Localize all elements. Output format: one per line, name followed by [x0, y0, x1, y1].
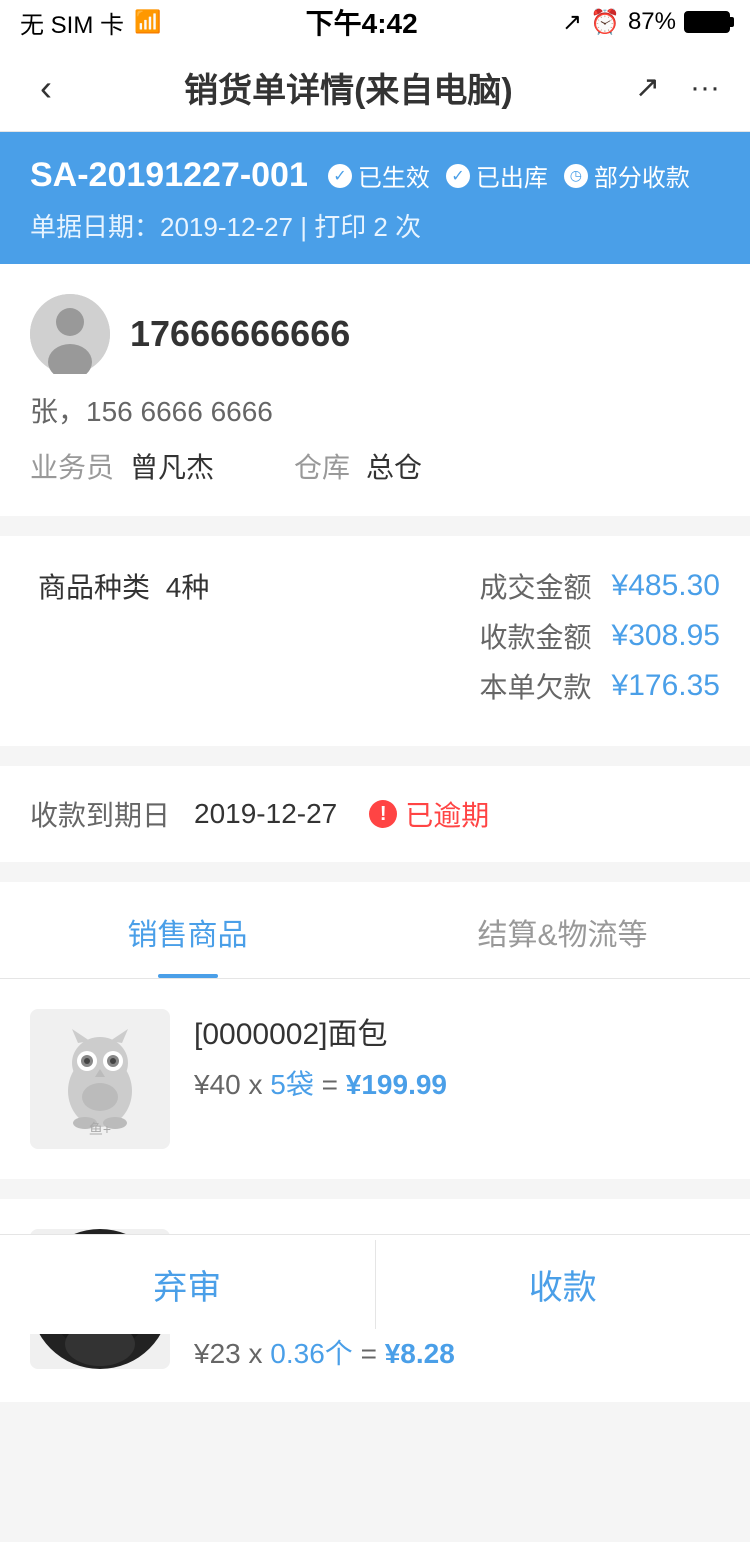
- alarm-icon: ⏰: [590, 8, 620, 37]
- tab-label-1: 结算&物流等: [477, 919, 647, 952]
- customer-name-phone: 张，156 6666 6666: [30, 390, 720, 430]
- product-item: 鱼+ [0000002]面包 ¥40 x 5袋 = ¥199.99: [0, 979, 750, 1179]
- tab-sales-products[interactable]: 销售商品: [0, 882, 375, 978]
- avatar: [30, 294, 110, 374]
- price-base-2: ¥23: [194, 1338, 241, 1369]
- price-x-2: x: [249, 1338, 271, 1369]
- qty-1: 5袋: [270, 1069, 314, 1100]
- owed-label: 本单欠款: [480, 666, 592, 706]
- location-icon: ↗: [562, 8, 582, 37]
- time-display: 下午4:42: [306, 2, 418, 42]
- summary-left: 商品种类 4种: [30, 566, 209, 614]
- deal-amount-row: 成交金额 ¥485.30: [480, 566, 720, 606]
- status-label-1: 已生效: [358, 158, 430, 193]
- clock-icon: ◷: [564, 164, 588, 188]
- price-x-1: x: [249, 1069, 271, 1100]
- carrier-text: 无 SIM 卡: [20, 5, 124, 40]
- summary-right: 成交金额 ¥485.30 收款金额 ¥308.95 本单欠款 ¥176.35: [480, 566, 720, 716]
- bottom-spacer: [0, 1422, 750, 1542]
- avatar-svg: [30, 294, 110, 374]
- order-banner: SA-20191227-001 ✓ 已生效 ✓ 已出库 ◷ 部分收款 单据日期：…: [0, 132, 750, 264]
- category-count: 商品种类 4种: [30, 566, 209, 606]
- customer-phone: 17666666666: [130, 313, 350, 355]
- deal-amount-label: 成交金额: [480, 566, 592, 606]
- staff-label: 业务员: [30, 446, 114, 486]
- price-eq-1: =: [322, 1069, 346, 1100]
- nav-bar: ‹ 销货单详情(来自电脑) ↗︎ ···: [0, 44, 750, 132]
- check-icon-1: ✓: [328, 164, 352, 188]
- collected-value: ¥308.95: [612, 619, 720, 653]
- battery-icon: [684, 11, 730, 33]
- status-right: ↗ ⏰ 87%: [562, 8, 730, 37]
- reject-button[interactable]: 弃审: [0, 1240, 376, 1329]
- owed-value: ¥176.35: [612, 669, 720, 703]
- svg-text:鱼+: 鱼+: [89, 1121, 111, 1137]
- wifi-icon: 📶: [134, 9, 161, 35]
- more-options-icon[interactable]: ···: [690, 71, 720, 105]
- owl-svg: 鱼+: [40, 1019, 160, 1139]
- order-meta: 单据日期：2019-12-27 | 打印 2 次: [30, 207, 720, 244]
- tab-settlement[interactable]: 结算&物流等: [375, 882, 750, 978]
- customer-staff-info: 业务员 曾凡杰 仓库 总仓: [30, 446, 720, 486]
- due-section: 收款到期日 2019-12-27 ! 已逾期: [0, 766, 750, 862]
- page-title: 销货单详情(来自电脑): [62, 63, 635, 112]
- customer-section: 17666666666 张，156 6666 6666 业务员 曾凡杰 仓库 总…: [0, 264, 750, 516]
- staff-name: 曾凡杰: [130, 446, 214, 486]
- price-eq-2: =: [361, 1338, 385, 1369]
- check-icon-2: ✓: [446, 164, 470, 188]
- status-label-3: 部分收款: [594, 158, 690, 193]
- product-name-1: [0000002]面包: [194, 1009, 720, 1053]
- total-1: ¥199.99: [346, 1069, 447, 1100]
- due-label: 收款到期日: [30, 794, 170, 834]
- warehouse-label: 仓库: [294, 446, 350, 486]
- nav-actions: ↗︎ ···: [635, 70, 720, 105]
- collected-amount-row: 收款金额 ¥308.95: [480, 616, 720, 656]
- due-date: 2019-12-27: [194, 798, 337, 830]
- category-label: 商品种类: [38, 572, 150, 603]
- order-status-badges: ✓ 已生效 ✓ 已出库 ◷ 部分收款: [328, 158, 690, 193]
- status-left: 无 SIM 卡 📶: [20, 5, 161, 40]
- status-badge-shipped: ✓ 已出库: [446, 158, 548, 193]
- warehouse-name: 总仓: [366, 446, 422, 486]
- qty-2: 0.36个: [270, 1338, 353, 1369]
- category-value: 4种: [166, 572, 210, 603]
- overdue-badge: ! 已逾期: [369, 794, 489, 834]
- deal-amount-value: ¥485.30: [612, 569, 720, 603]
- collect-button[interactable]: 收款: [376, 1240, 750, 1329]
- overdue-text: 已逾期: [405, 794, 489, 834]
- status-badge-effective: ✓ 已生效: [328, 158, 430, 193]
- product-image-1: 鱼+: [30, 1009, 170, 1149]
- owed-amount-row: 本单欠款 ¥176.35: [480, 666, 720, 706]
- summary-section: 商品种类 4种 成交金额 ¥485.30 收款金额 ¥308.95 本单欠款 ¥…: [0, 536, 750, 746]
- total-2: ¥8.28: [385, 1338, 455, 1369]
- tab-label-0: 销售商品: [128, 919, 248, 952]
- product-info-1: [0000002]面包 ¥40 x 5袋 = ¥199.99: [194, 1009, 720, 1103]
- share-icon[interactable]: ↗︎: [635, 70, 660, 105]
- battery-text: 87%: [628, 8, 676, 36]
- back-button[interactable]: ‹: [30, 57, 62, 119]
- status-bar: 无 SIM 卡 📶 下午4:42 ↗ ⏰ 87%: [0, 0, 750, 44]
- overdue-icon: !: [369, 800, 397, 828]
- product-price-1: ¥40 x 5袋 = ¥199.99: [194, 1063, 720, 1103]
- collected-label: 收款金额: [480, 616, 592, 656]
- status-label-2: 已出库: [476, 158, 548, 193]
- staff-item: 业务员 曾凡杰: [30, 446, 214, 486]
- warehouse-item: 仓库 总仓: [294, 446, 422, 486]
- status-badge-partial: ◷ 部分收款: [564, 158, 690, 193]
- tabs: 销售商品 结算&物流等: [0, 882, 750, 979]
- product-price-2: ¥23 x 0.36个 = ¥8.28: [194, 1332, 720, 1372]
- order-number: SA-20191227-001: [30, 156, 308, 195]
- bottom-bar: 弃审 收款: [0, 1234, 750, 1334]
- price-base-1: ¥40: [194, 1069, 241, 1100]
